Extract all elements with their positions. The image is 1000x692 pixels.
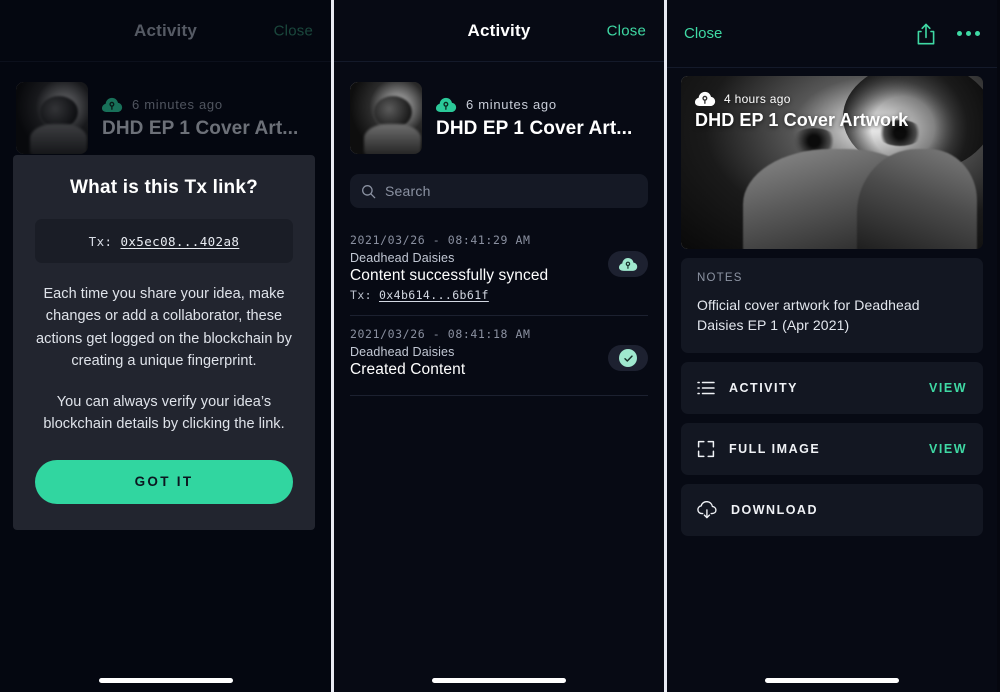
action-row-full-image[interactable]: FULL IMAGE VIEW [681, 422, 983, 475]
action-row-download[interactable]: DOWNLOAD [681, 483, 983, 536]
activity-status-badge [608, 251, 648, 277]
hero-title: DHD EP 1 Cover Artwork [695, 110, 909, 130]
right-nav-actions [915, 22, 980, 46]
right-home-indicator [765, 678, 899, 683]
mid-item-title: DHD EP 1 Cover Art... [436, 117, 633, 139]
right-navbar: Close [667, 0, 997, 68]
mid-navbar: Activity Close [334, 0, 664, 62]
action-label: FULL IMAGE [729, 441, 821, 456]
share-upload-icon[interactable] [915, 22, 937, 46]
check-circle-icon [619, 349, 637, 367]
mid-close-button[interactable]: Close [607, 22, 646, 39]
hero-image[interactable]: 4 hours ago DHD EP 1 Cover Artwork [681, 76, 983, 249]
action-label: DOWNLOAD [731, 502, 818, 517]
activity-row-main: 2021/03/26 - 08:41:18 AM Deadhead Daisie… [350, 327, 598, 382]
hero-ago: 4 hours ago [724, 92, 791, 106]
screenshot-root: Activity Close 6 minutes ago DHD EP 1 Co… [0, 0, 1000, 692]
cloud-key-icon [695, 91, 716, 106]
thumbnail-hands [364, 123, 421, 154]
more-horizontal-icon[interactable] [957, 31, 980, 36]
search-icon [362, 184, 376, 198]
activity-timestamp: 2021/03/26 - 08:41:29 AM [350, 233, 531, 247]
panel-right: Close 4 hours ago DHD EP 1 Cover Artwork… [667, 0, 997, 692]
search-container: Search [334, 170, 664, 222]
notes-card: NOTES Official cover artwork for Deadhea… [681, 258, 983, 353]
notes-text: Official cover artwork for Deadhead Dais… [697, 297, 920, 334]
modal-paragraph-2: You can always verify your idea’s blockc… [43, 393, 285, 433]
panel-left: Activity Close 6 minutes ago DHD EP 1 Co… [0, 0, 331, 692]
search-placeholder: Search [385, 183, 431, 199]
activity-row-main: 2021/03/26 - 08:41:29 AM Deadhead Daisie… [350, 233, 598, 302]
activity-row[interactable]: 2021/03/26 - 08:41:18 AM Deadhead Daisie… [350, 316, 648, 396]
activity-timestamp: 2021/03/26 - 08:41:18 AM [350, 327, 531, 341]
mid-item-meta: 6 minutes ago DHD EP 1 Cover Art... [436, 97, 648, 140]
mid-nav-title: Activity [467, 20, 531, 40]
activity-tx: Tx: 0x4b614...6b61f [350, 288, 598, 302]
modal-tx-row: Tx: 0x5ec08...402a8 [35, 219, 293, 263]
activity-row[interactable]: 2021/03/26 - 08:41:29 AM Deadhead Daisie… [350, 222, 648, 316]
activity-tx-label: Tx: [350, 288, 372, 302]
modal-paragraph-1: Each time you share your idea, make chan… [36, 286, 292, 370]
got-it-button[interactable]: GOT IT [35, 459, 293, 504]
notes-label: NOTES [697, 272, 743, 284]
action-label: ACTIVITY [729, 380, 798, 395]
panel-middle: Activity Close 6 minutes ago DHD EP 1 Co… [331, 0, 667, 692]
modal-tx-label: Tx: [88, 233, 113, 249]
modal-body: Each time you share your idea, make chan… [35, 283, 293, 436]
activity-actor: Deadhead Daisies [350, 251, 455, 265]
cloud-key-icon [618, 257, 637, 271]
activity-actor: Deadhead Daisies [350, 345, 455, 359]
check-icon [623, 354, 633, 362]
hero-meta: 4 hours ago [695, 91, 969, 107]
action-view-link[interactable]: VIEW [929, 442, 967, 456]
action-row-activity[interactable]: ACTIVITY VIEW [681, 361, 983, 414]
modal-title: What is this Tx link? [70, 177, 258, 198]
activity-action: Content successfully synced [350, 267, 549, 284]
mid-thumbnail[interactable] [350, 82, 422, 154]
cloud-key-icon [436, 97, 457, 112]
modal-tx-link[interactable]: 0x5ec08...402a8 [120, 234, 239, 249]
tx-info-modal: What is this Tx link? Tx: 0x5ec08...402a… [13, 155, 315, 530]
mid-home-indicator [432, 678, 566, 683]
activity-list: 2021/03/26 - 08:41:29 AM Deadhead Daisie… [334, 222, 664, 396]
list-icon [697, 381, 715, 394]
left-home-indicator [98, 678, 233, 683]
action-view-link[interactable]: VIEW [929, 381, 967, 395]
mid-meta-line: 6 minutes ago [436, 97, 648, 113]
activity-status-badge [608, 345, 648, 371]
mid-item-header: 6 minutes ago DHD EP 1 Cover Art... [334, 62, 664, 170]
activity-action: Created Content [350, 361, 466, 378]
mid-item-ago: 6 minutes ago [466, 97, 557, 112]
search-input[interactable]: Search [350, 174, 648, 208]
activity-tx-link[interactable]: 0x4b614...6b61f [379, 288, 489, 302]
right-close-button[interactable]: Close [684, 25, 722, 42]
hero-overlay: 4 hours ago DHD EP 1 Cover Artwork [695, 91, 969, 131]
expand-icon [697, 440, 715, 457]
cloud-download-icon [697, 500, 717, 518]
